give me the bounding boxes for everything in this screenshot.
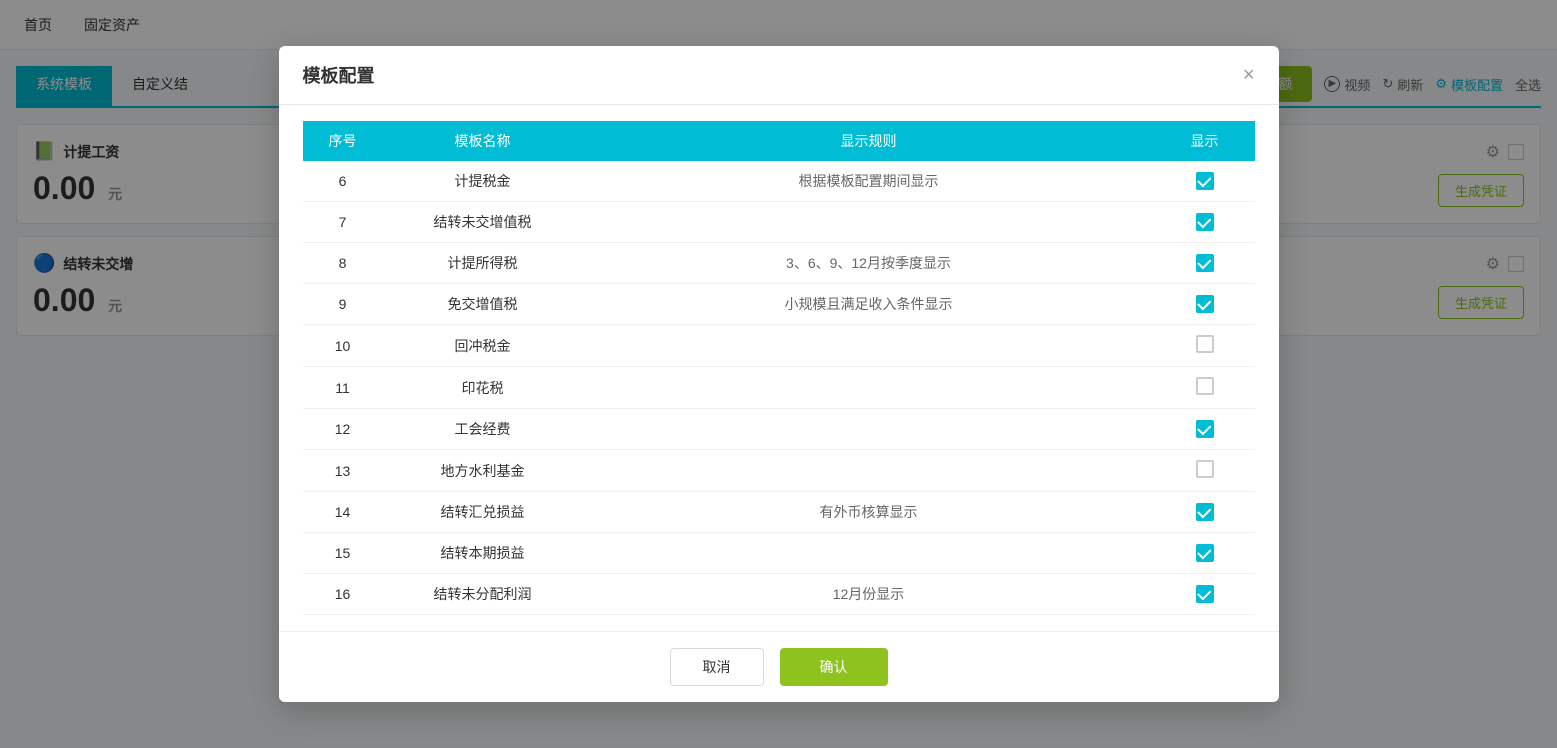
cell-checkbox[interactable] bbox=[1155, 492, 1255, 533]
cell-checkbox[interactable] bbox=[1155, 574, 1255, 615]
cell-seq: 15 bbox=[303, 533, 383, 574]
table-row: 9免交增值税小规模且满足收入条件显示 bbox=[303, 284, 1255, 325]
cell-seq: 10 bbox=[303, 325, 383, 367]
cell-seq: 7 bbox=[303, 202, 383, 243]
table-row: 6计提税金根据模板配置期间显示 bbox=[303, 161, 1255, 202]
config-table: 序号 模板名称 显示规则 显示 6计提税金根据模板配置期间显示7结转未交增值税8… bbox=[303, 121, 1255, 615]
table-body: 6计提税金根据模板配置期间显示7结转未交增值税8计提所得税3、6、9、12月按季… bbox=[303, 161, 1255, 615]
cell-checkbox[interactable] bbox=[1155, 450, 1255, 492]
cancel-button[interactable]: 取消 bbox=[670, 648, 764, 686]
cell-name: 印花税 bbox=[383, 367, 583, 409]
modal-footer: 取消 确认 bbox=[279, 631, 1279, 702]
cell-seq: 6 bbox=[303, 161, 383, 202]
cell-name: 计提税金 bbox=[383, 161, 583, 202]
cell-name: 结转未分配利润 bbox=[383, 574, 583, 615]
cell-rule bbox=[583, 450, 1155, 492]
checkbox-row-0[interactable] bbox=[1196, 172, 1214, 190]
checkbox-row-4[interactable] bbox=[1196, 335, 1214, 353]
cell-rule bbox=[583, 202, 1155, 243]
cell-rule: 有外币核算显示 bbox=[583, 492, 1155, 533]
col-name: 模板名称 bbox=[383, 121, 583, 161]
cell-seq: 8 bbox=[303, 243, 383, 284]
cell-rule: 3、6、9、12月按季度显示 bbox=[583, 243, 1155, 284]
template-config-modal: 模板配置 × 序号 模板名称 显示规则 显示 6计提税金根据模板配置期间显示7结… bbox=[279, 46, 1279, 702]
cell-rule: 小规模且满足收入条件显示 bbox=[583, 284, 1155, 325]
modal-body: 序号 模板名称 显示规则 显示 6计提税金根据模板配置期间显示7结转未交增值税8… bbox=[279, 105, 1279, 631]
col-seq: 序号 bbox=[303, 121, 383, 161]
table-row: 13地方水利基金 bbox=[303, 450, 1255, 492]
cell-name: 免交增值税 bbox=[383, 284, 583, 325]
modal-close-button[interactable]: × bbox=[1243, 65, 1255, 85]
table-row: 7结转未交增值税 bbox=[303, 202, 1255, 243]
cell-name: 回冲税金 bbox=[383, 325, 583, 367]
checkbox-row-9[interactable] bbox=[1196, 544, 1214, 562]
cell-rule: 12月份显示 bbox=[583, 574, 1155, 615]
cell-seq: 14 bbox=[303, 492, 383, 533]
checkbox-row-10[interactable] bbox=[1196, 585, 1214, 603]
table-row: 16结转未分配利润12月份显示 bbox=[303, 574, 1255, 615]
cell-checkbox[interactable] bbox=[1155, 284, 1255, 325]
checkbox-row-2[interactable] bbox=[1196, 254, 1214, 272]
col-display: 显示 bbox=[1155, 121, 1255, 161]
table-scroll-container[interactable]: 序号 模板名称 显示规则 显示 6计提税金根据模板配置期间显示7结转未交增值税8… bbox=[303, 121, 1255, 615]
cell-name: 工会经费 bbox=[383, 409, 583, 450]
cell-name: 结转汇兑损益 bbox=[383, 492, 583, 533]
cell-name: 计提所得税 bbox=[383, 243, 583, 284]
cell-seq: 12 bbox=[303, 409, 383, 450]
table-row: 12工会经费 bbox=[303, 409, 1255, 450]
cell-seq: 13 bbox=[303, 450, 383, 492]
cell-rule bbox=[583, 367, 1155, 409]
cell-rule bbox=[583, 325, 1155, 367]
cell-rule: 根据模板配置期间显示 bbox=[583, 161, 1155, 202]
cell-seq: 9 bbox=[303, 284, 383, 325]
checkbox-row-8[interactable] bbox=[1196, 503, 1214, 521]
header-row: 序号 模板名称 显示规则 显示 bbox=[303, 121, 1255, 161]
cell-checkbox[interactable] bbox=[1155, 161, 1255, 202]
cell-name: 地方水利基金 bbox=[383, 450, 583, 492]
cell-rule bbox=[583, 409, 1155, 450]
confirm-button[interactable]: 确认 bbox=[780, 648, 888, 686]
checkbox-row-6[interactable] bbox=[1196, 420, 1214, 438]
col-rule: 显示规则 bbox=[583, 121, 1155, 161]
checkbox-row-7[interactable] bbox=[1196, 460, 1214, 478]
cell-checkbox[interactable] bbox=[1155, 367, 1255, 409]
cell-name: 结转本期损益 bbox=[383, 533, 583, 574]
modal-overlay: 模板配置 × 序号 模板名称 显示规则 显示 6计提税金根据模板配置期间显示7结… bbox=[0, 0, 1557, 748]
cell-checkbox[interactable] bbox=[1155, 409, 1255, 450]
modal-header: 模板配置 × bbox=[279, 46, 1279, 105]
cell-name: 结转未交增值税 bbox=[383, 202, 583, 243]
table-row: 8计提所得税3、6、9、12月按季度显示 bbox=[303, 243, 1255, 284]
table-row: 15结转本期损益 bbox=[303, 533, 1255, 574]
checkbox-row-3[interactable] bbox=[1196, 295, 1214, 313]
cell-seq: 11 bbox=[303, 367, 383, 409]
cell-checkbox[interactable] bbox=[1155, 325, 1255, 367]
table-row: 14结转汇兑损益有外币核算显示 bbox=[303, 492, 1255, 533]
cell-rule bbox=[583, 533, 1155, 574]
cell-seq: 16 bbox=[303, 574, 383, 615]
modal-title: 模板配置 bbox=[303, 62, 375, 88]
table-header: 序号 模板名称 显示规则 显示 bbox=[303, 121, 1255, 161]
table-row: 10回冲税金 bbox=[303, 325, 1255, 367]
checkbox-row-1[interactable] bbox=[1196, 213, 1214, 231]
cell-checkbox[interactable] bbox=[1155, 243, 1255, 284]
cell-checkbox[interactable] bbox=[1155, 533, 1255, 574]
table-row: 11印花税 bbox=[303, 367, 1255, 409]
checkbox-row-5[interactable] bbox=[1196, 377, 1214, 395]
cell-checkbox[interactable] bbox=[1155, 202, 1255, 243]
